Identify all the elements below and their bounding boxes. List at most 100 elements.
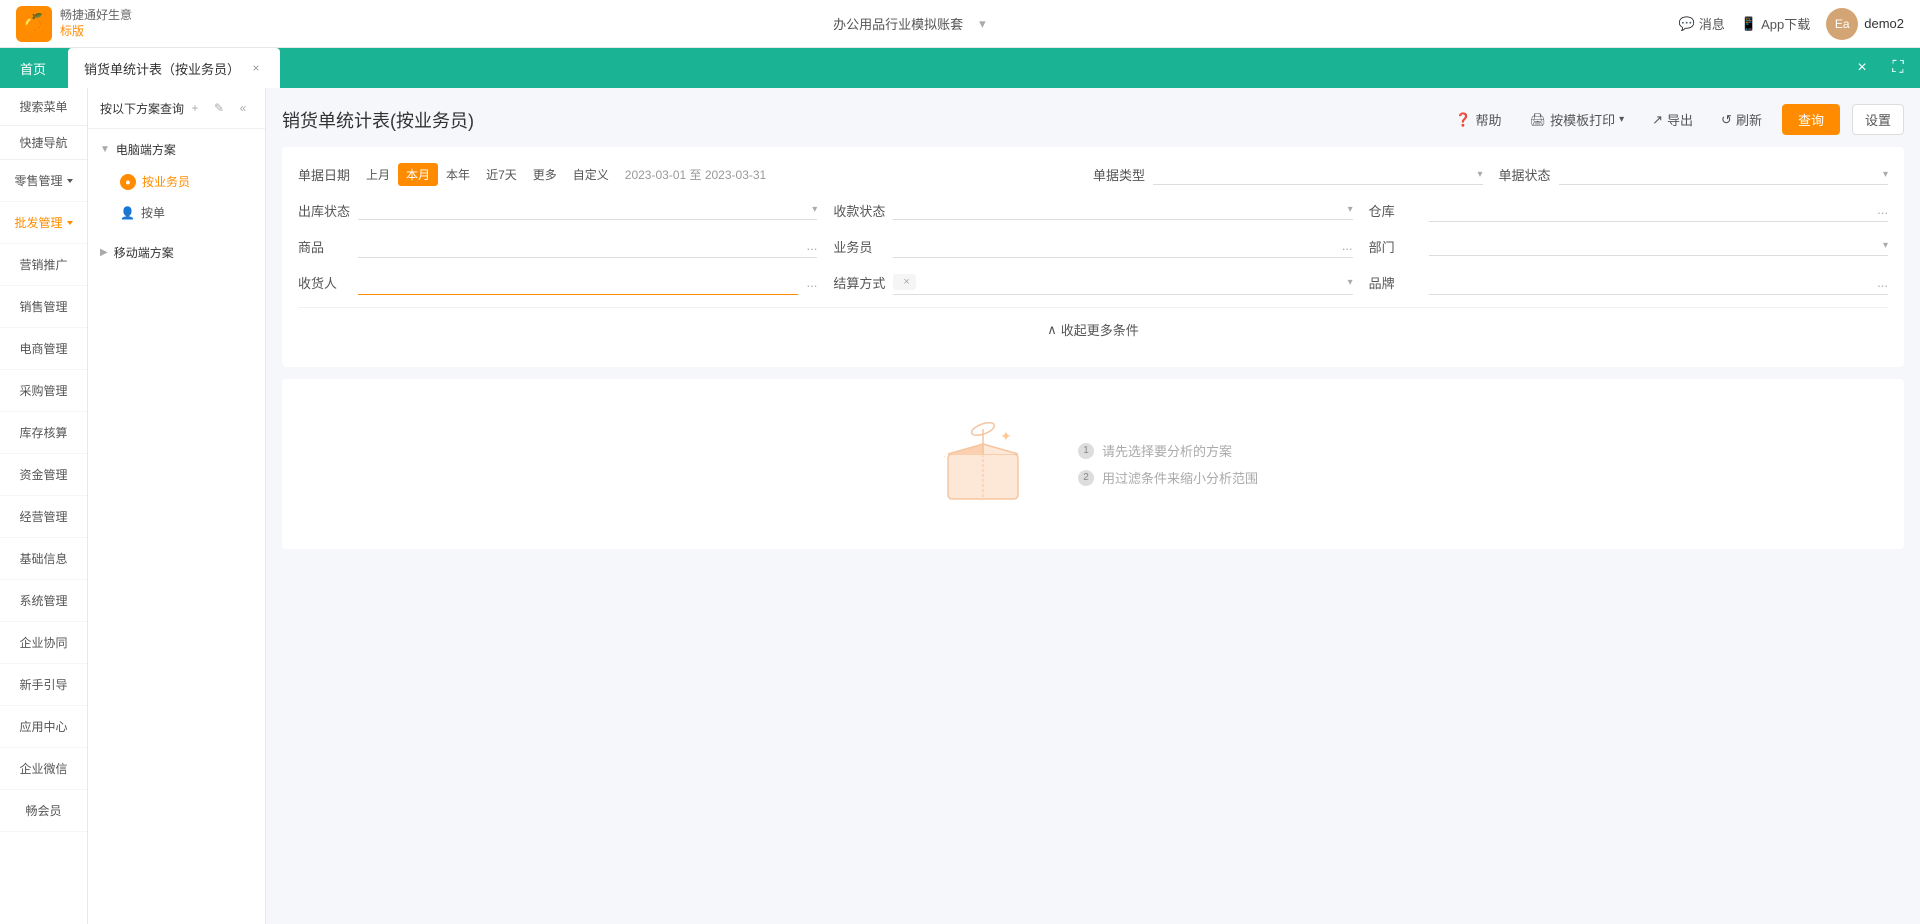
page-header: 销货单统计表(按业务员) ❓ 帮助 🖨 按模板打印 ▾ ↗ 导出 — [282, 104, 1904, 135]
date-btn-last-month[interactable]: 上月 — [358, 163, 398, 186]
warehouse-dots[interactable]: ... — [1877, 202, 1888, 217]
tab-bar: 首页 销货单统计表（按业务员） × × ⛶ — [0, 48, 1920, 88]
warehouse-select[interactable]: ... — [1429, 198, 1888, 222]
active-dot-icon: ● — [120, 174, 136, 190]
empty-state-content: ✦ · · 1 请先选择要分析的方案 2 — [282, 419, 1904, 509]
product-dots[interactable]: ... — [806, 238, 817, 253]
sidebar-item-sales[interactable]: 销售管理 — [0, 286, 87, 328]
doc-type-select[interactable]: ▾ — [1153, 165, 1482, 185]
settings-button[interactable]: 设置 — [1852, 104, 1904, 135]
receiver-label: 收货人 — [298, 273, 350, 292]
doc-status-select[interactable]: ▾ — [1559, 165, 1888, 185]
sidebar-item-wholesale[interactable]: 批发管理 — [0, 202, 87, 244]
receiver-field: 收货人 ... — [298, 271, 817, 295]
sidebar-item-member[interactable]: 畅会员 — [0, 790, 87, 832]
sidebar-item-purchase[interactable]: 采购管理 — [0, 370, 87, 412]
sidebar-item-newbie[interactable]: 新手引导 — [0, 664, 87, 706]
tab-active[interactable]: 销货单统计表（按业务员） × — [68, 48, 280, 88]
help-button[interactable]: ❓ 帮助 — [1447, 106, 1509, 133]
left-panel-actions: + ✎ « — [185, 98, 253, 118]
collapse-button[interactable]: ∧ 收起更多条件 — [1035, 316, 1151, 343]
empty-hint-1: 1 请先选择要分析的方案 — [1078, 441, 1232, 460]
filter-row-3: 商品 ... 业务员 ... 部门 — [298, 234, 1888, 258]
product-field: 商品 ... — [298, 234, 817, 258]
phone-icon: 📱 — [1741, 16, 1757, 32]
app-download-button[interactable]: 📱 App下载 — [1741, 14, 1810, 33]
sidebar-item-enterprise[interactable]: 企业协同 — [0, 622, 87, 664]
date-btn-more[interactable]: 更多 — [525, 163, 565, 186]
left-panel-collapse-button[interactable]: « — [233, 98, 253, 118]
out-status-select[interactable]: ▾ — [358, 200, 817, 220]
settle-select[interactable]: × ▾ — [893, 270, 1352, 295]
person-icon: 👤 — [120, 206, 135, 220]
sidebar-item-retail[interactable]: 零售管理 — [0, 160, 87, 202]
receiver-dots[interactable]: ... — [806, 275, 817, 290]
payment-status-chevron-icon: ▾ — [1348, 204, 1353, 215]
left-panel-section-pc-header[interactable]: ▼ 电脑端方案 — [88, 133, 265, 166]
nav-dropdown-icon[interactable]: ▾ — [979, 16, 986, 32]
salesperson-select[interactable]: ... — [893, 234, 1352, 258]
tab-close-button[interactable]: × — [248, 60, 264, 76]
product-select[interactable]: ... — [358, 234, 817, 258]
print-button[interactable]: 🖨 按模板打印 ▾ — [1522, 106, 1633, 133]
page-title: 销货单统计表(按业务员) — [282, 107, 474, 133]
top-nav-label[interactable]: 办公用品行业模拟账套 — [825, 10, 971, 37]
section-arrow-icon: ▼ — [100, 144, 110, 155]
sidebar-item-finance[interactable]: 资金管理 — [0, 454, 87, 496]
message-button[interactable]: 💬 消息 — [1679, 14, 1725, 33]
date-btn-7days[interactable]: 近7天 — [478, 163, 525, 186]
sidebar-search[interactable]: 搜索菜单 — [0, 88, 87, 126]
receiver-input[interactable] — [358, 271, 798, 295]
filter-card: 单据日期 上月 本月 本年 近7天 更多 自定义 2023-03-01 至 20… — [282, 147, 1904, 367]
filter-row-2: 出库状态 ▾ 收款状态 ▾ 仓库 — [298, 198, 1888, 222]
out-status-chevron-icon: ▾ — [812, 204, 817, 215]
query-button[interactable]: 查询 — [1782, 104, 1840, 135]
main-content: 销货单统计表(按业务员) ❓ 帮助 🖨 按模板打印 ▾ ↗ 导出 — [266, 88, 1920, 924]
sidebar-item-system[interactable]: 系统管理 — [0, 580, 87, 622]
empty-state-card: ✦ · · 1 请先选择要分析的方案 2 — [282, 379, 1904, 549]
settle-label: 结算方式 — [833, 273, 885, 292]
sidebar-item-base[interactable]: 基础信息 — [0, 538, 87, 580]
refresh-button[interactable]: ↺ 刷新 — [1713, 106, 1770, 133]
date-btn-custom[interactable]: 自定义 — [565, 163, 617, 186]
sidebar-item-marketing[interactable]: 营销推广 — [0, 244, 87, 286]
department-field: 部门 ▾ — [1369, 236, 1888, 256]
app-logo-text: 畅捷通好生意 标版 — [60, 8, 132, 39]
payment-status-select[interactable]: ▾ — [893, 200, 1352, 220]
sidebar-item-inventory[interactable]: 库存核算 — [0, 412, 87, 454]
doc-status-field: 单据状态 ▾ — [1499, 165, 1889, 185]
brand-field: 品牌 ... — [1369, 271, 1888, 295]
export-button[interactable]: ↗ 导出 — [1644, 106, 1701, 133]
salesperson-label: 业务员 — [833, 237, 885, 256]
date-btn-this-month[interactable]: 本月 — [398, 163, 438, 186]
sidebar-quick-nav[interactable]: 快捷导航 — [0, 126, 87, 160]
tab-active-label: 销货单统计表（按业务员） — [84, 59, 240, 78]
settle-tag-close-button[interactable]: × — [903, 276, 909, 288]
doc-type-chevron-icon: ▾ — [1477, 169, 1482, 180]
left-panel-item-by-order[interactable]: 👤 按单 — [88, 197, 265, 228]
retail-arrow-icon — [67, 179, 73, 183]
window-close-button[interactable]: × — [1848, 54, 1876, 82]
message-icon: 💬 — [1679, 16, 1695, 32]
sidebar-item-operation[interactable]: 经营管理 — [0, 496, 87, 538]
sidebar-item-ecom[interactable]: 电商管理 — [0, 328, 87, 370]
settle-tag: × — [893, 274, 915, 290]
brand-dots[interactable]: ... — [1877, 275, 1888, 290]
left-panel-edit-button[interactable]: ✎ — [209, 98, 229, 118]
wholesale-arrow-icon — [67, 221, 73, 225]
brand-select[interactable]: ... — [1429, 271, 1888, 295]
warehouse-label: 仓库 — [1369, 201, 1421, 220]
tab-home[interactable]: 首页 — [0, 48, 66, 88]
sidebar-item-wechat[interactable]: 企业微信 — [0, 748, 87, 790]
left-panel: 按以下方案查询 + ✎ « ▼ 电脑端方案 ● 按业务员 👤 按 — [88, 88, 266, 924]
date-btn-this-year[interactable]: 本年 — [438, 163, 478, 186]
user-avatar-area[interactable]: Ea demo2 — [1826, 8, 1904, 40]
salesperson-dots[interactable]: ... — [1342, 238, 1353, 253]
left-panel-section-mobile-header[interactable]: ▶ 移动端方案 — [88, 236, 265, 269]
left-panel-item-by-salesperson[interactable]: ● 按业务员 — [88, 166, 265, 197]
department-select[interactable]: ▾ — [1429, 236, 1888, 256]
left-panel-add-button[interactable]: + — [185, 98, 205, 118]
window-max-button[interactable]: ⛶ — [1884, 54, 1912, 82]
help-icon: ❓ — [1455, 112, 1471, 128]
sidebar-item-apps[interactable]: 应用中心 — [0, 706, 87, 748]
